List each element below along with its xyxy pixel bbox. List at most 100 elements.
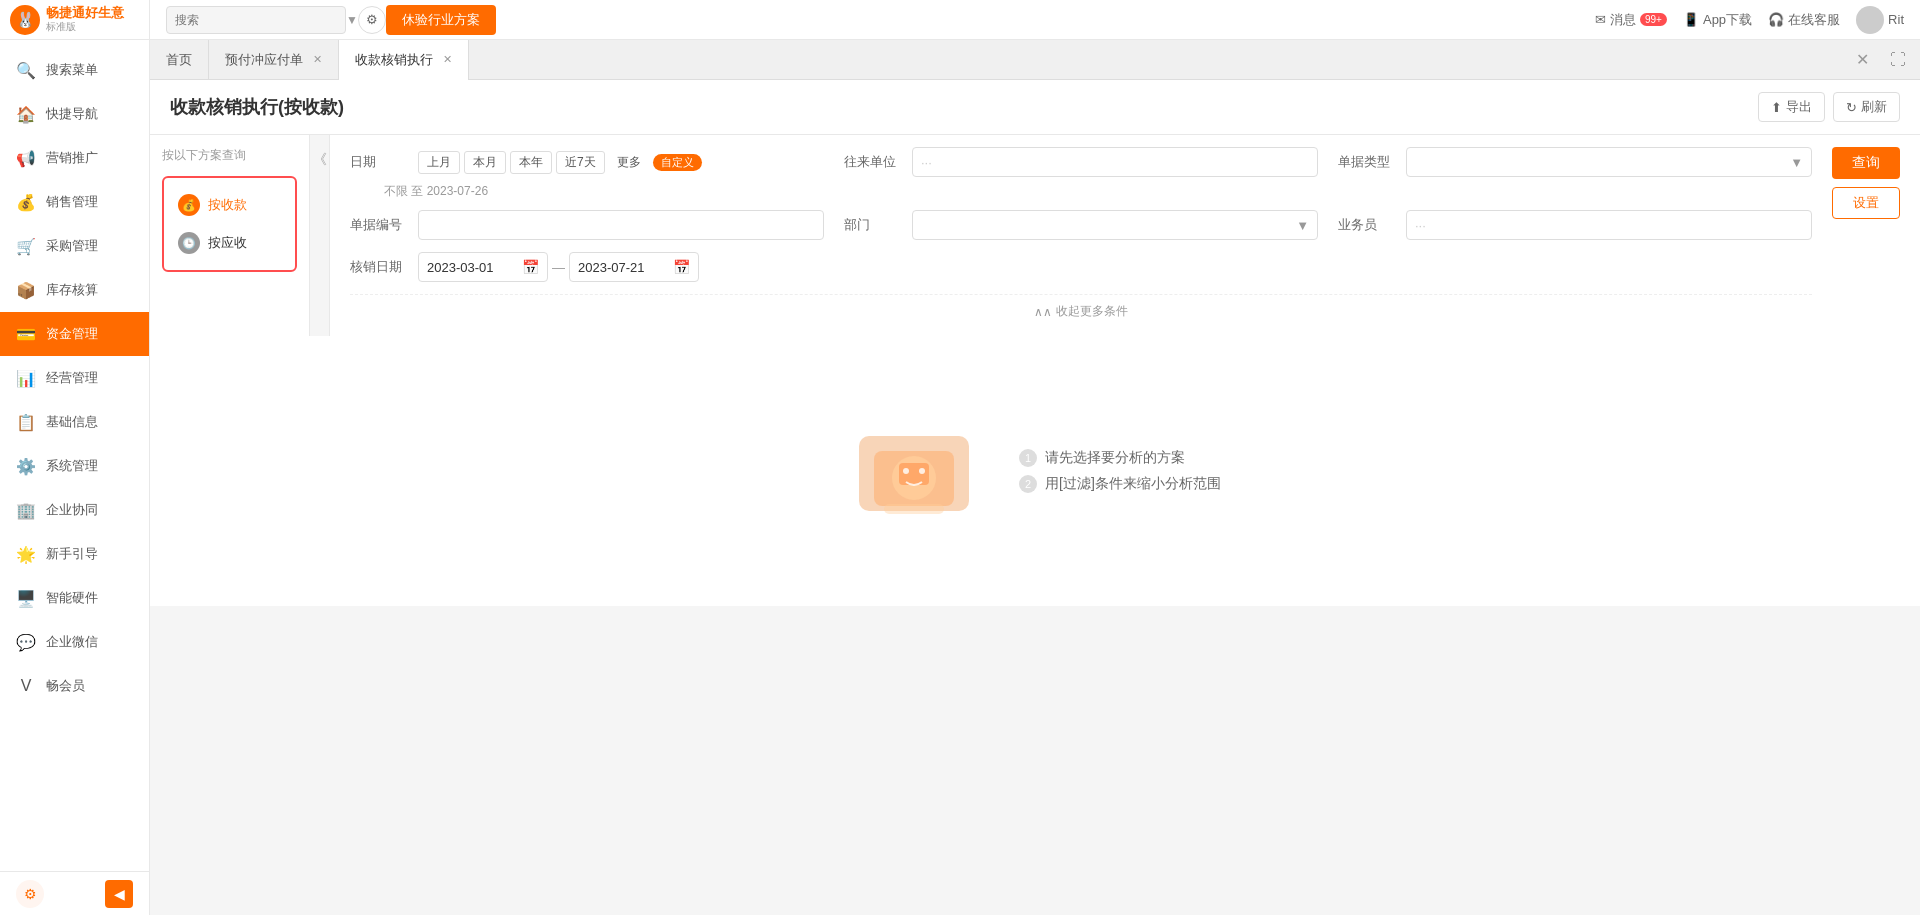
- sidebar-item-guide[interactable]: 🌟 新手引导: [0, 532, 149, 576]
- svg-rect-6: [884, 504, 944, 514]
- online-service-btn[interactable]: 🎧 在线客服: [1768, 11, 1840, 29]
- date-btn-last-month[interactable]: 上月: [418, 151, 460, 174]
- query-btn[interactable]: 查询: [1832, 147, 1900, 179]
- vip-icon: V: [16, 677, 36, 695]
- messages-btn[interactable]: ✉ 消息 99+: [1595, 11, 1667, 29]
- purchase-icon: 🛒: [16, 237, 36, 256]
- sidebar-item-marketing[interactable]: 📢 营销推广: [0, 136, 149, 180]
- salesperson-select[interactable]: ···: [1406, 210, 1812, 240]
- counterparty-select[interactable]: ···: [912, 147, 1318, 177]
- more-conditions-btn[interactable]: ∧∧ 收起更多条件: [1034, 303, 1128, 320]
- sidebar-item-purchase[interactable]: 🛒 采购管理: [0, 224, 149, 268]
- refresh-label: 刷新: [1861, 98, 1887, 116]
- date-btn-more[interactable]: 更多: [609, 152, 649, 173]
- doc-number-input[interactable]: [418, 210, 824, 240]
- enterprise-icon: 🏢: [16, 501, 36, 520]
- by-receipt-label: 按收款: [208, 196, 247, 214]
- page-actions: ⬆ 导出 ↻ 刷新: [1758, 92, 1900, 122]
- sidebar-item-enterprise[interactable]: 🏢 企业协同: [0, 488, 149, 532]
- sidebar-logo: 🐰 畅捷通好生意 标准版: [0, 0, 149, 40]
- online-service-label: 在线客服: [1788, 11, 1840, 29]
- tab-home[interactable]: 首页: [150, 40, 209, 80]
- hint-text-1: 请先选择要分析的方案: [1045, 449, 1185, 467]
- sales-icon: 💰: [16, 193, 36, 212]
- operations-icon: 📊: [16, 369, 36, 388]
- filter-sidebar: 按以下方案查询 💰 按收款 🕒 按应收: [150, 135, 310, 336]
- inventory-icon: 📦: [16, 281, 36, 300]
- collapse-filter-btn[interactable]: 《: [310, 135, 330, 336]
- sidebar-item-vip[interactable]: V 畅会员: [0, 664, 149, 708]
- filter-by-payable[interactable]: 🕒 按应收: [172, 224, 287, 262]
- verify-date-start-input[interactable]: 2023-03-01 📅: [418, 252, 548, 282]
- empty-hint-2: 2 用[过滤]条件来缩小分析范围: [1019, 475, 1221, 493]
- collapse-sidebar-btn[interactable]: ◀: [105, 880, 133, 908]
- tab-prepay-close[interactable]: ✕: [313, 53, 322, 66]
- empty-illustration: [849, 416, 979, 526]
- logo-char: 🐰: [16, 11, 35, 29]
- user-profile[interactable]: Rit: [1856, 6, 1904, 34]
- tab-bar: 首页 预付冲应付单 ✕ 收款核销执行 ✕ ✕ ⛶: [150, 40, 1920, 80]
- export-label: 导出: [1786, 98, 1812, 116]
- sidebar-item-sales[interactable]: 💰 销售管理: [0, 180, 149, 224]
- tab-prepay-label: 预付冲应付单: [225, 51, 303, 69]
- calendar-start-icon: 📅: [522, 259, 539, 275]
- basic-info-icon: 📋: [16, 413, 36, 432]
- verify-date-label: 核销日期: [350, 258, 410, 276]
- verify-date-end-input[interactable]: 2023-07-21 📅: [569, 252, 699, 282]
- maximize-tab-btn[interactable]: ⛶: [1884, 46, 1912, 74]
- doc-type-chevron: ▼: [1790, 155, 1803, 170]
- sidebar-menu: 🔍 搜索菜单 🏠 快捷导航 📢 营销推广 💰 销售管理 🛒 采购管理 📦 库存核…: [0, 40, 149, 871]
- tab-receipt-writeoff[interactable]: 收款核销执行 ✕: [339, 40, 469, 80]
- search-dropdown-arrow[interactable]: ▼: [346, 13, 358, 27]
- doc-type-select[interactable]: ▼: [1406, 147, 1812, 177]
- doc-number-label: 单据编号: [350, 216, 410, 234]
- top-search-input[interactable]: [166, 6, 346, 34]
- filter-row-1: 日期 上月 本月 本年 近7天 更多 自定义 往来单位: [350, 147, 1812, 177]
- date-btn-this-month[interactable]: 本月: [464, 151, 506, 174]
- hint-text-2: 用[过滤]条件来缩小分析范围: [1045, 475, 1221, 493]
- top-bar-right: ✉ 消息 99+ 📱 App下载 🎧 在线客服 Rit: [1595, 6, 1904, 34]
- sidebar-item-system[interactable]: ⚙️ 系统管理: [0, 444, 149, 488]
- app-download-btn[interactable]: 📱 App下载: [1683, 11, 1752, 29]
- refresh-btn[interactable]: ↻ 刷新: [1833, 92, 1900, 122]
- tab-receipt-writeoff-close[interactable]: ✕: [443, 53, 452, 66]
- empty-state: 1 请先选择要分析的方案 2 用[过滤]条件来缩小分析范围: [150, 336, 1920, 606]
- export-btn[interactable]: ⬆ 导出: [1758, 92, 1825, 122]
- filter-area: 按以下方案查询 💰 按收款 🕒 按应收 《: [150, 135, 1920, 336]
- tab-prepay[interactable]: 预付冲应付单 ✕: [209, 40, 339, 80]
- app-download-label: App下载: [1703, 11, 1752, 29]
- sidebar-item-search-menu[interactable]: 🔍 搜索菜单: [0, 48, 149, 92]
- gear-button[interactable]: ⚙: [358, 6, 386, 34]
- settings-footer-btn[interactable]: ⚙: [16, 880, 44, 908]
- filter-by-receipt[interactable]: 💰 按收款: [172, 186, 287, 224]
- sidebar-item-finance[interactable]: 💳 资金管理: [0, 312, 149, 356]
- close-tab-btn[interactable]: ✕: [1848, 46, 1876, 74]
- sidebar-item-operations[interactable]: 📊 经营管理: [0, 356, 149, 400]
- more-conditions-row: ∧∧ 收起更多条件: [350, 294, 1812, 324]
- app-edition: 标准版: [46, 20, 124, 34]
- filter-sidebar-title: 按以下方案查询: [162, 147, 297, 164]
- mobile-icon: 📱: [1683, 12, 1699, 27]
- svg-point-5: [919, 468, 925, 474]
- filter-action-buttons: 查询 设置: [1822, 147, 1900, 219]
- sidebar-label-sales: 销售管理: [46, 193, 98, 211]
- sidebar-item-hardware[interactable]: 🖥️ 智能硬件: [0, 576, 149, 620]
- date-btn-this-year[interactable]: 本年: [510, 151, 552, 174]
- filter-settings-btn[interactable]: 设置: [1832, 187, 1900, 219]
- sidebar-item-quick-nav[interactable]: 🏠 快捷导航: [0, 92, 149, 136]
- department-select[interactable]: ▼: [912, 210, 1318, 240]
- sidebar-label-finance: 资金管理: [46, 325, 98, 343]
- filter-options-box: 💰 按收款 🕒 按应收: [162, 176, 297, 272]
- sidebar-item-inventory[interactable]: 📦 库存核算: [0, 268, 149, 312]
- verify-date-end-value: 2023-07-21: [578, 260, 645, 275]
- sidebar-item-basic-info[interactable]: 📋 基础信息: [0, 400, 149, 444]
- guide-icon: 🌟: [16, 545, 36, 564]
- hardware-icon: 🖥️: [16, 589, 36, 608]
- date-custom-badge[interactable]: 自定义: [653, 154, 702, 171]
- sidebar-item-wechat[interactable]: 💬 企业微信: [0, 620, 149, 664]
- industry-solution-btn[interactable]: 休验行业方案: [386, 5, 496, 35]
- date-btn-7days[interactable]: 近7天: [556, 151, 605, 174]
- svg-rect-3: [899, 463, 929, 485]
- by-receipt-icon: 💰: [178, 194, 200, 216]
- messages-badge: 99+: [1640, 13, 1667, 26]
